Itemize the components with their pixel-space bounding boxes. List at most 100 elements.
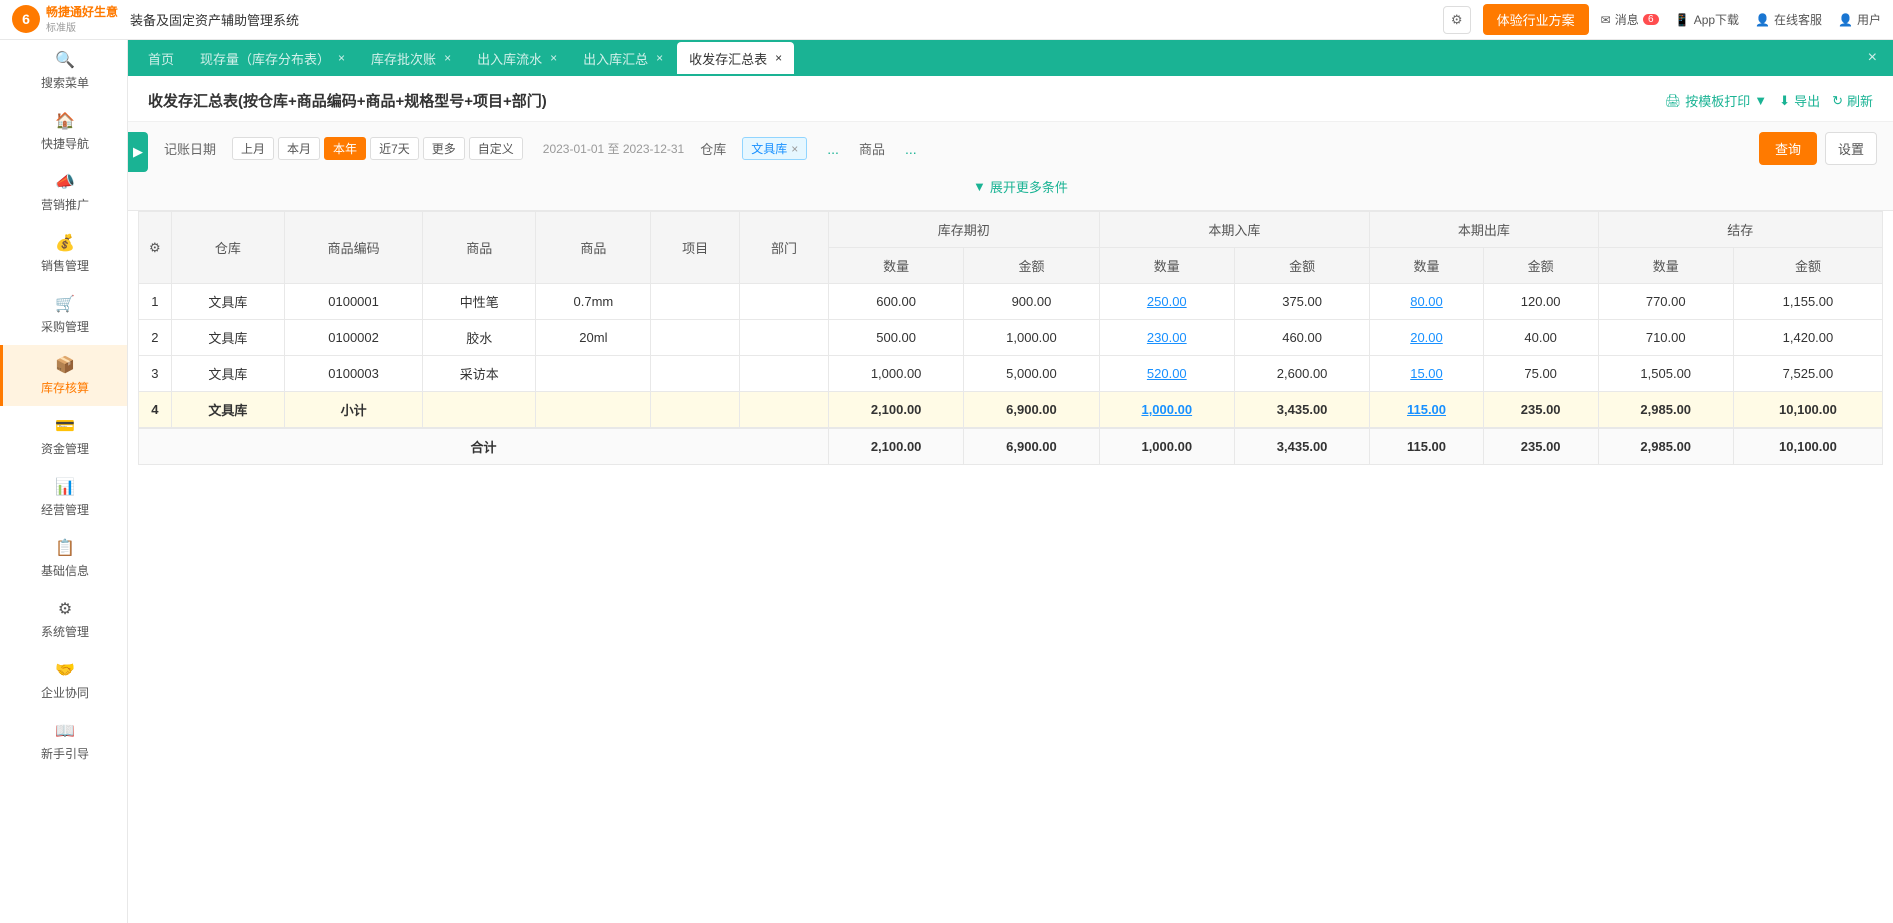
- header-actions: 🖨 按模板打印 ▼ ⬇ 导出 ↻ 刷新: [1665, 91, 1873, 110]
- tab-batch-account[interactable]: 库存批次账 ×: [359, 42, 463, 74]
- enterprise-icon: 🤝: [55, 660, 75, 680]
- setting-button[interactable]: 设置: [1825, 132, 1877, 165]
- page-header: 收发存汇总表(按仓库+商品编码+商品+规格型号+项目+部门) 🖨 按模板打印 ▼…: [128, 76, 1893, 122]
- goods-dots[interactable]: ...: [901, 141, 921, 157]
- date-btn-this-month[interactable]: 本月: [278, 137, 320, 160]
- sidebar-label-purchase: 采购管理: [41, 318, 89, 335]
- sidebar-item-finance[interactable]: 💳 资金管理: [0, 406, 127, 467]
- row1-out-qty[interactable]: 80.00: [1370, 284, 1483, 320]
- finance-icon: 💳: [55, 416, 75, 436]
- filter-toggle[interactable]: ▶: [128, 132, 148, 172]
- col-in-header: 本期入库: [1099, 212, 1370, 248]
- user-button[interactable]: 👤 用户: [1838, 11, 1881, 28]
- date-btn-last-month[interactable]: 上月: [232, 137, 274, 160]
- warehouse-dots[interactable]: ...: [823, 141, 843, 157]
- sidebar-item-system[interactable]: ⚙ 系统管理: [0, 589, 127, 650]
- tab-home[interactable]: 首页: [136, 42, 186, 74]
- row1-open-amt: 900.00: [964, 284, 1099, 320]
- sidebar-item-search[interactable]: 🔍 搜索菜单: [0, 40, 127, 101]
- warehouse-tag[interactable]: 文具库 ×: [742, 137, 807, 160]
- col-open-qty-header: 数量: [828, 248, 963, 284]
- sidebar-item-inventory[interactable]: 📦 库存核算: [0, 345, 127, 406]
- row2-in-qty[interactable]: 230.00: [1099, 320, 1234, 356]
- sidebar-item-enterprise[interactable]: 🤝 企业协同: [0, 650, 127, 711]
- warehouse-label: 仓库: [700, 139, 726, 158]
- sidebar-item-purchase[interactable]: 🛒 采购管理: [0, 284, 127, 345]
- subtotal-out-amt: 235.00: [1483, 392, 1598, 429]
- date-btn-more[interactable]: 更多: [423, 137, 465, 160]
- tab-receive-send[interactable]: 收发存汇总表 ×: [677, 42, 794, 74]
- subtotal-row: 4 文具库 小计 2,100.00 6,900.00 1,000.00 3,43…: [139, 392, 1883, 429]
- guide-icon: 📖: [55, 721, 75, 741]
- settings-button[interactable]: ⚙: [1443, 6, 1471, 34]
- print-icon: 🖨: [1665, 93, 1682, 109]
- col-bal-qty-header: 数量: [1598, 248, 1733, 284]
- row3-name: 采访本: [423, 356, 536, 392]
- tab-in-out-flow-close[interactable]: ×: [550, 51, 557, 65]
- row3-bal-amt: 7,525.00: [1733, 356, 1882, 392]
- tab-batch-account-close[interactable]: ×: [444, 51, 451, 65]
- online-service-button[interactable]: 👤 在线客服: [1755, 11, 1822, 28]
- sidebar-item-basic-info[interactable]: 📋 基础信息: [0, 528, 127, 589]
- tab-in-out-flow[interactable]: 出入库流水 ×: [465, 42, 569, 74]
- expand-button[interactable]: ▼ 展开更多条件: [164, 173, 1877, 200]
- sidebar-label-operation: 经营管理: [41, 501, 89, 518]
- row1-in-qty[interactable]: 250.00: [1099, 284, 1234, 320]
- date-btn-this-year[interactable]: 本年: [324, 137, 366, 160]
- system-title: 装备及固定资产辅助管理系统: [130, 10, 1431, 29]
- date-btn-custom[interactable]: 自定义: [469, 137, 523, 160]
- subtotal-dept: [740, 392, 829, 429]
- download-icon: 📱: [1675, 13, 1690, 27]
- tab-in-out-summary-close[interactable]: ×: [656, 51, 663, 65]
- sidebar-item-quick-nav[interactable]: 🏠 快捷导航: [0, 101, 127, 162]
- col-balance-header: 结存: [1598, 212, 1882, 248]
- sidebar-label-basic-info: 基础信息: [41, 562, 89, 579]
- row1-in-amt: 375.00: [1234, 284, 1369, 320]
- try-button[interactable]: 体验行业方案: [1483, 4, 1589, 35]
- logo-area: 6 畅捷通好生意 标准版: [12, 5, 118, 34]
- col-out-qty-header: 数量: [1370, 248, 1483, 284]
- print-button[interactable]: 🖨 按模板打印 ▼: [1665, 91, 1767, 110]
- row3-bal-qty: 1,505.00: [1598, 356, 1733, 392]
- subtotal-out-qty: 115.00: [1370, 392, 1483, 429]
- subtotal-in-qty: 1,000.00: [1099, 392, 1234, 429]
- date-btn-7days[interactable]: 近7天: [370, 137, 419, 160]
- row2-in-amt: 460.00: [1234, 320, 1369, 356]
- tab-inventory-dist[interactable]: 现存量（库存分布表） ×: [188, 42, 357, 74]
- export-button[interactable]: ⬇ 导出: [1779, 91, 1820, 110]
- refresh-button[interactable]: ↻ 刷新: [1832, 91, 1873, 110]
- row2-warehouse: 文具库: [171, 320, 284, 356]
- sidebar-item-marketing[interactable]: 📣 营销推广: [0, 162, 127, 223]
- col-opening-header: 库存期初: [828, 212, 1099, 248]
- sidebar-item-guide[interactable]: 📖 新手引导: [0, 711, 127, 772]
- tab-inventory-dist-close[interactable]: ×: [338, 51, 345, 65]
- sidebar-item-operation[interactable]: 📊 经营管理: [0, 467, 127, 528]
- row1-spec: 0.7mm: [536, 284, 651, 320]
- app-download-button[interactable]: 📱 App下载: [1675, 11, 1739, 28]
- expand-icon: ▼: [973, 179, 986, 194]
- sidebar-label-sales: 销售管理: [41, 257, 89, 274]
- messages-button[interactable]: ✉ 消息 6: [1601, 11, 1659, 28]
- sidebar-item-sales[interactable]: 💰 销售管理: [0, 223, 127, 284]
- main-table: ⚙ 仓库 商品编码 商品 商品 项目 部门 库存期初 本期入库 本期出库 结存: [138, 211, 1883, 465]
- query-button[interactable]: 查询: [1759, 132, 1817, 165]
- sidebar-label-marketing: 营销推广: [41, 196, 89, 213]
- row3-in-qty[interactable]: 520.00: [1099, 356, 1234, 392]
- row3-code: 0100003: [285, 356, 423, 392]
- row1-out-amt: 120.00: [1483, 284, 1598, 320]
- tab-receive-send-close[interactable]: ×: [775, 51, 782, 65]
- print-chevron-icon: ▼: [1754, 93, 1767, 108]
- tab-in-out-flow-label: 出入库流水: [477, 49, 542, 68]
- subtotal-name: [423, 392, 536, 429]
- subtotal-in-amt: 3,435.00: [1234, 392, 1369, 429]
- row2-out-qty[interactable]: 20.00: [1370, 320, 1483, 356]
- warehouse-tag-close[interactable]: ×: [791, 142, 798, 156]
- row3-out-qty[interactable]: 15.00: [1370, 356, 1483, 392]
- total-in-qty: 1,000.00: [1099, 428, 1234, 465]
- tab-bar-close-button[interactable]: ×: [1860, 49, 1885, 67]
- warehouse-tag-value: 文具库: [751, 140, 787, 157]
- subtotal-spec: [536, 392, 651, 429]
- tab-in-out-summary[interactable]: 出入库汇总 ×: [571, 42, 675, 74]
- col-code-header: 商品编码: [285, 212, 423, 284]
- row1-open-qty: 600.00: [828, 284, 963, 320]
